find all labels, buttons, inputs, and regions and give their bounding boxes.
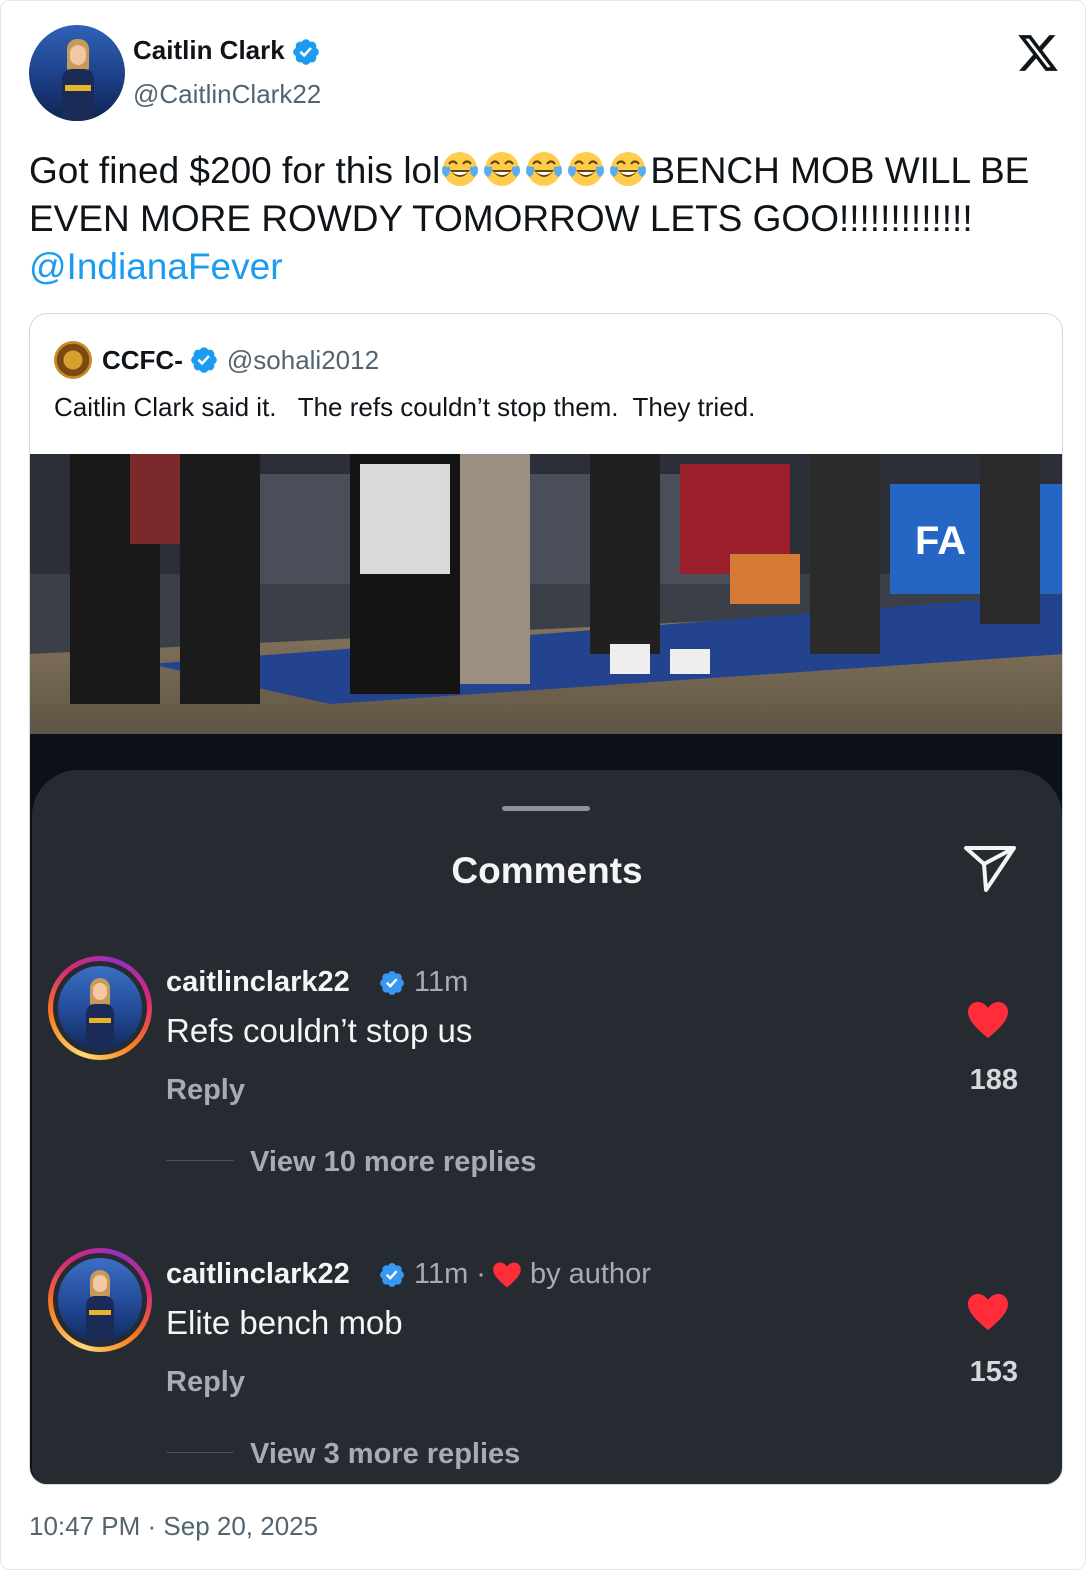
author-avatar[interactable]	[29, 25, 125, 121]
send-icon[interactable]	[962, 842, 1018, 894]
liked-by-author-heart-icon	[493, 1262, 521, 1287]
heart-icon[interactable]	[966, 1292, 1010, 1332]
view-more-replies-button[interactable]: View 10 more replies	[250, 1146, 536, 1179]
comment-username[interactable]: caitlinclark22	[166, 966, 350, 999]
bench-photo[interactable]: FA	[30, 454, 1062, 736]
bench-photo-illustration: FA	[30, 454, 1062, 736]
tweet-header: Caitlin Clark @CaitlinClark22	[29, 25, 1069, 125]
comment-meta: 11m	[378, 966, 468, 999]
replies-divider	[166, 1160, 234, 1161]
by-author-label: by author	[529, 1258, 651, 1290]
comment-text: Refs couldn’t stop us	[166, 1012, 473, 1049]
heart-icon[interactable]	[966, 1000, 1010, 1040]
comment-item: caitlinclark22 11m · by author Elite ben…	[48, 1248, 1058, 1478]
comment-avatar-ring[interactable]	[48, 956, 152, 1060]
quoted-tweet[interactable]: CCFC- @sohali2012 Caitlin Clark said it.…	[29, 313, 1063, 1485]
author-handle[interactable]: @CaitlinClark22	[133, 79, 321, 110]
comment-avatar[interactable]	[58, 966, 142, 1050]
comment-time: 11m	[414, 966, 469, 998]
view-more-replies-button[interactable]: View 3 more replies	[250, 1438, 520, 1471]
comment-avatar-ring[interactable]	[48, 1248, 152, 1352]
reply-button[interactable]: Reply	[166, 1074, 245, 1107]
comment-item: caitlinclark22 11m Refs couldn’t stop us…	[48, 956, 1058, 1186]
author-name[interactable]: Caitlin Clark	[133, 35, 321, 67]
comments-title: Comments	[451, 850, 643, 891]
tweet-card: Caitlin Clark @CaitlinClark22 Got fined …	[0, 0, 1086, 1570]
quote-header: CCFC- @sohali2012	[54, 340, 379, 380]
like-count: 153	[969, 1356, 1018, 1388]
verified-badge-icon	[380, 1262, 404, 1287]
verified-badge-icon	[191, 347, 217, 373]
comments-sheet: Comments caitlinclark22 11m Refs couldn’…	[32, 770, 1062, 1484]
like-count: 188	[969, 1064, 1018, 1096]
quote-avatar[interactable]	[54, 341, 92, 379]
laughing-crying-emoji-icon	[484, 152, 521, 186]
reply-button[interactable]: Reply	[166, 1366, 245, 1399]
comment-text: Elite bench mob	[166, 1304, 403, 1341]
verified-badge-icon	[292, 39, 319, 65]
laughing-crying-emoji-icon	[442, 152, 479, 186]
svg-text:FA: FA	[915, 519, 966, 563]
verified-badge-icon	[380, 970, 404, 995]
tweet-text-part-1: Got fined $200 for this lol	[29, 150, 441, 191]
comment-time: 11m	[414, 1258, 469, 1290]
laughing-crying-emoji-icon	[610, 152, 647, 186]
comment-avatar[interactable]	[58, 1258, 142, 1342]
author-name-text[interactable]: Caitlin Clark	[133, 35, 285, 65]
quote-author-name[interactable]: CCFC-	[102, 345, 183, 376]
sheet-grabber[interactable]	[502, 806, 590, 811]
laughing-crying-emoji-icon	[568, 152, 605, 186]
comment-meta: 11m · by author	[378, 1258, 651, 1291]
quote-text: Caitlin Clark said it. The refs couldn’t…	[54, 392, 756, 422]
meta-separator: ·	[476, 1258, 486, 1290]
comment-username[interactable]: caitlinclark22	[166, 1258, 350, 1291]
x-logo-icon[interactable]	[1015, 31, 1061, 75]
quote-author-handle[interactable]: @sohali2012	[227, 345, 379, 376]
mention-link[interactable]: @IndianaFever	[29, 246, 283, 287]
tweet-text: Got fined $200 for this lol BENCH MOB WIL…	[29, 147, 1059, 291]
tweet-timestamp[interactable]: 10:47 PM · Sep 20, 2025	[29, 1511, 318, 1542]
replies-divider	[166, 1452, 234, 1453]
laughing-crying-emoji-icon	[526, 152, 563, 186]
